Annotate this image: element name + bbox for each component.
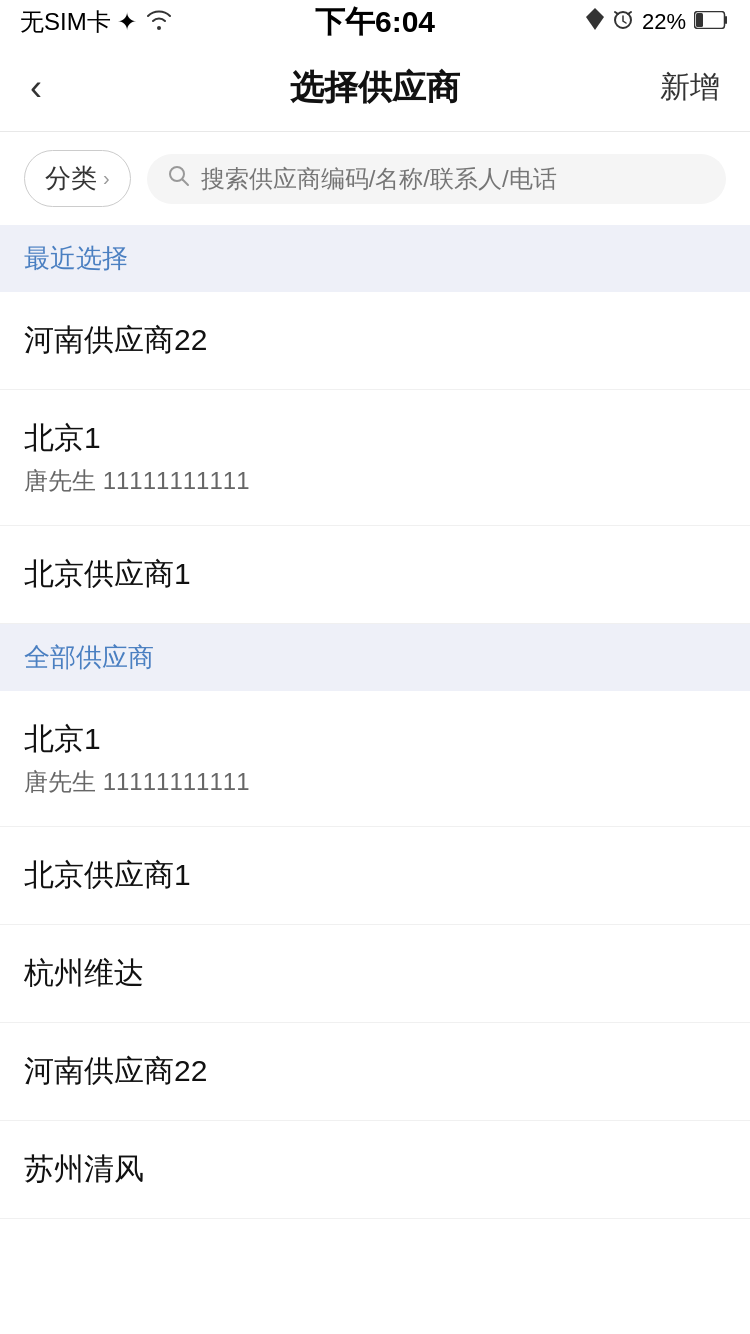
battery-label: 22% <box>642 9 686 35</box>
item-name: 河南供应商22 <box>24 320 726 361</box>
all-list-item[interactable]: 河南供应商22 <box>0 1023 750 1121</box>
item-detail: 唐先生 11111111111 <box>24 766 726 798</box>
item-name: 北京供应商1 <box>24 554 726 595</box>
add-button[interactable]: 新增 <box>660 67 720 108</box>
status-time: 下午6:04 <box>315 2 435 43</box>
item-name: 杭州维达 <box>24 953 726 994</box>
status-right: 22% <box>586 8 730 36</box>
status-bar: 无SIM卡 ✦ 下午6:04 22% <box>0 0 750 44</box>
svg-rect-2 <box>696 13 703 27</box>
item-name: 河南供应商22 <box>24 1051 726 1092</box>
all-list-item[interactable]: 北京1 唐先生 11111111111 <box>0 691 750 827</box>
wifi-icon <box>145 8 173 36</box>
location-icon <box>586 8 604 36</box>
all-section-header: 全部供应商 <box>0 624 750 691</box>
item-name: 北京1 <box>24 418 726 459</box>
all-list-item[interactable]: 北京供应商1 <box>0 827 750 925</box>
all-items-list: 北京1 唐先生 11111111111 北京供应商1 杭州维达河南供应商22 苏州清风 <box>0 691 750 1219</box>
search-input[interactable] <box>201 165 706 193</box>
all-list-item[interactable]: 杭州维达 <box>0 925 750 1023</box>
item-name: 北京1 <box>24 719 726 760</box>
no-sim-label: 无SIM卡 ✦ <box>20 6 137 38</box>
page-title: 选择供应商 <box>90 65 660 111</box>
recent-list-item[interactable]: 北京供应商1 <box>0 526 750 624</box>
status-left: 无SIM卡 ✦ <box>20 6 173 38</box>
back-button[interactable]: ‹ <box>30 67 90 109</box>
nav-bar: ‹ 选择供应商 新增 <box>0 44 750 132</box>
category-filter-button[interactable]: 分类 › <box>24 150 131 207</box>
all-section-label: 全部供应商 <box>24 642 154 672</box>
search-bar <box>147 154 726 204</box>
battery-icon <box>694 9 730 35</box>
alarm-icon <box>612 8 634 36</box>
filter-bar: 分类 › <box>0 132 750 225</box>
recent-items-list: 河南供应商22 北京1 唐先生 11111111111 北京供应商1 <box>0 292 750 624</box>
search-icon <box>167 164 191 194</box>
recent-list-item[interactable]: 河南供应商22 <box>0 292 750 390</box>
item-detail: 唐先生 11111111111 <box>24 465 726 497</box>
recent-section-label: 最近选择 <box>24 243 128 273</box>
recent-section-header: 最近选择 <box>0 225 750 292</box>
all-list-item[interactable]: 苏州清风 <box>0 1121 750 1219</box>
chevron-right-icon: › <box>103 167 110 190</box>
recent-list-item[interactable]: 北京1 唐先生 11111111111 <box>0 390 750 526</box>
category-label: 分类 <box>45 161 97 196</box>
item-name: 北京供应商1 <box>24 855 726 896</box>
item-name: 苏州清风 <box>24 1149 726 1190</box>
